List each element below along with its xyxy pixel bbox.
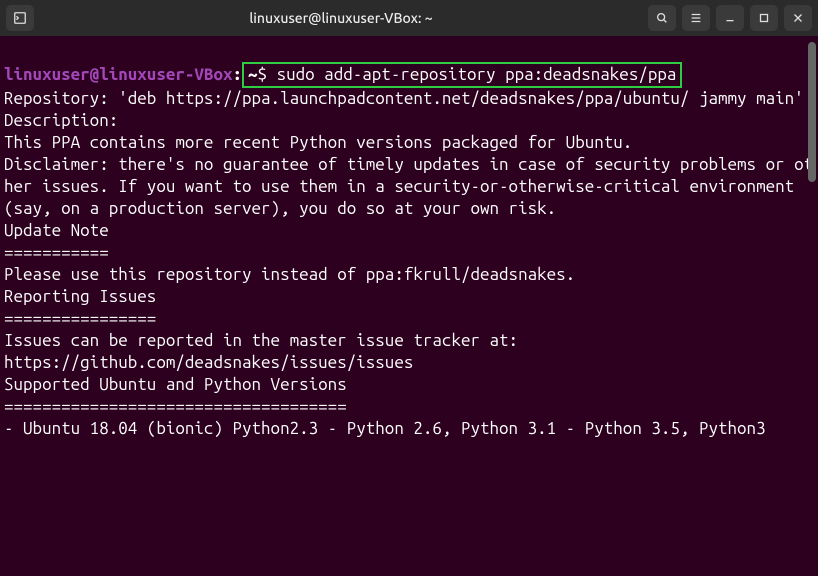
minimize-button[interactable] — [716, 5, 744, 31]
scrollbar-thumb[interactable] — [808, 42, 816, 182]
terminal-content[interactable]: linuxuser@linuxuser-VBox:~$ sudo add-apt… — [0, 36, 818, 468]
maximize-button[interactable] — [750, 5, 778, 31]
output-line: Repository: 'deb https://ppa.launchpadco… — [4, 88, 814, 110]
terminal-tab-icon — [13, 11, 27, 25]
menu-button[interactable] — [682, 5, 710, 31]
output-line: Disclaimer: there's no guarantee of time… — [4, 154, 814, 220]
output-line: Update Note — [4, 220, 814, 242]
output-line: Supported Ubuntu and Python Versions — [4, 374, 814, 396]
output-line: Reporting Issues — [4, 286, 814, 308]
output-line: ================ — [4, 308, 814, 330]
output-line: Issues can be reported in the master iss… — [4, 330, 814, 352]
titlebar-left — [6, 5, 34, 31]
command-highlight-box: ~$ sudo add-apt-repository ppa:deadsnake… — [242, 62, 682, 88]
close-icon — [791, 11, 805, 25]
prompt-line: linuxuser@linuxuser-VBox:~$ sudo add-apt… — [4, 64, 814, 88]
close-button[interactable] — [784, 5, 812, 31]
prompt-user-host: linuxuser@linuxuser-VBox — [4, 65, 232, 84]
hamburger-icon — [689, 11, 703, 25]
output-line: - Ubuntu 18.04 (bionic) Python2.3 - Pyth… — [4, 418, 814, 440]
maximize-icon — [757, 11, 771, 25]
titlebar-right — [648, 5, 812, 31]
output-line: =========== — [4, 242, 814, 264]
titlebar: linuxuser@linuxuser-VBox: ~ — [0, 0, 818, 36]
new-tab-button[interactable] — [6, 5, 34, 31]
output-line: Please use this repository instead of pp… — [4, 264, 814, 286]
output-line: This PPA contains more recent Python ver… — [4, 132, 814, 154]
search-icon — [655, 11, 669, 25]
command-text: $ sudo add-apt-repository ppa:deadsnakes… — [258, 65, 677, 84]
prompt-colon: : — [232, 65, 242, 84]
window-title: linuxuser@linuxuser-VBox: ~ — [40, 10, 642, 26]
output-line: ==================================== — [4, 396, 814, 418]
output-line: Description: — [4, 110, 814, 132]
search-button[interactable] — [648, 5, 676, 31]
prompt-path: ~ — [248, 65, 258, 84]
output-line: https://github.com/deadsnakes/issues/iss… — [4, 352, 814, 374]
minimize-icon — [723, 11, 737, 25]
